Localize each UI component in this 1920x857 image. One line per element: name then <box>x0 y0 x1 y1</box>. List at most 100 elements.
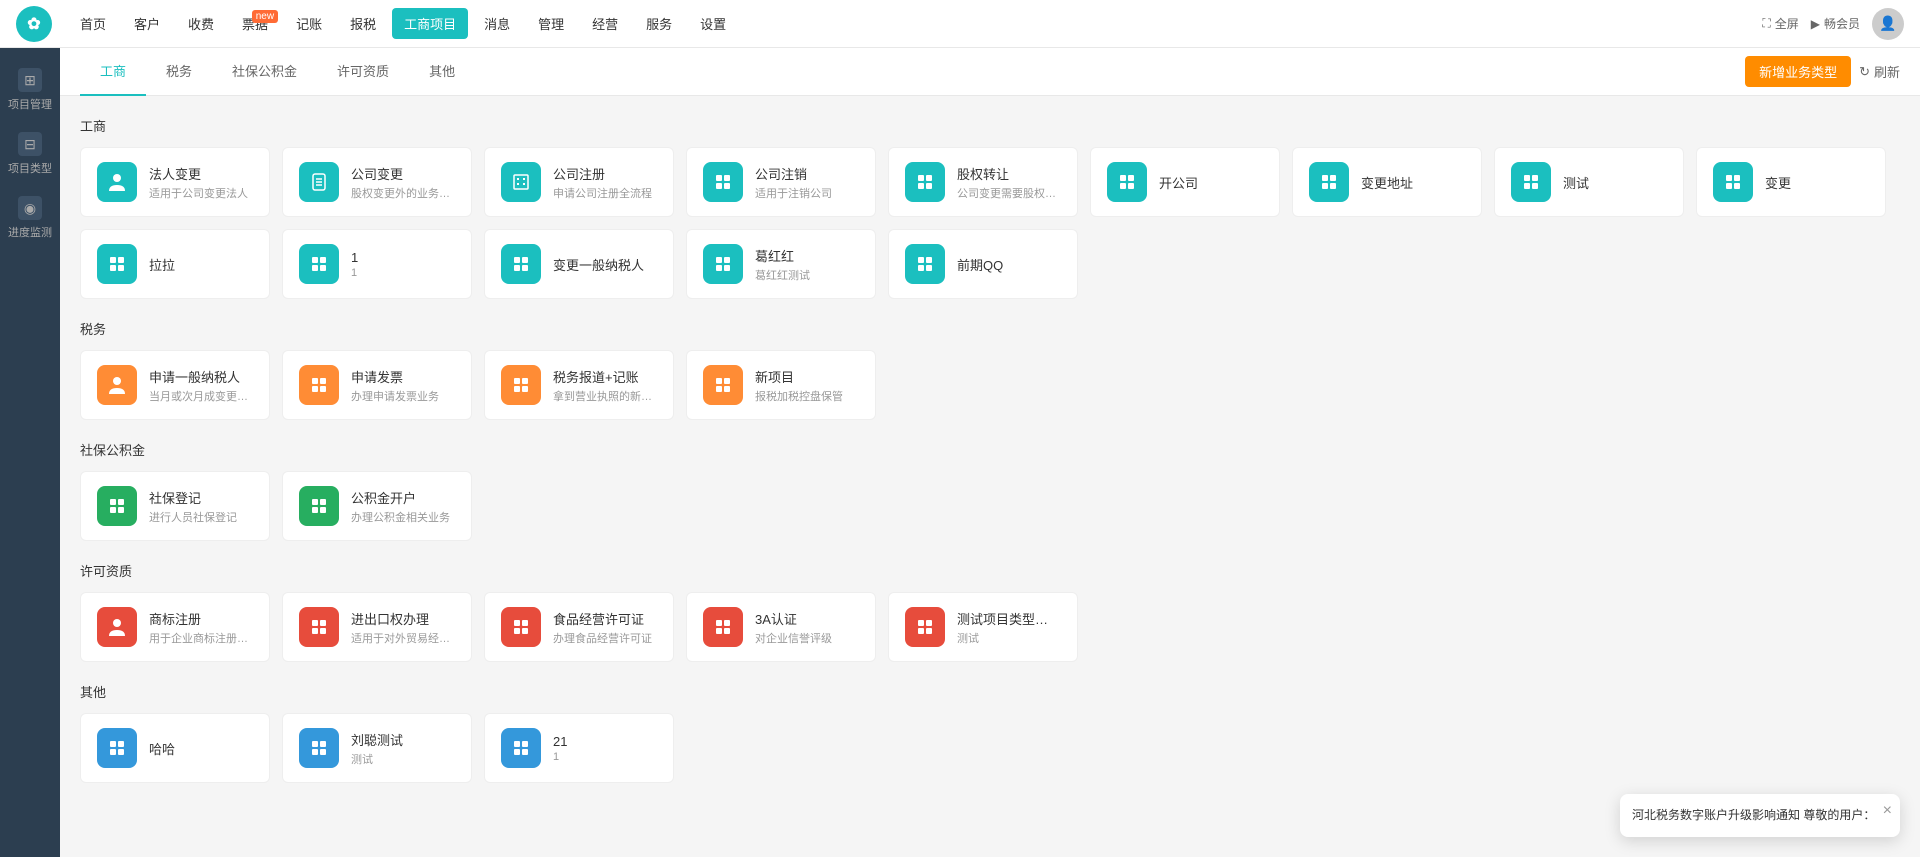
card-gongshang-6[interactable]: 变更地址 <box>1292 147 1482 217</box>
card-title: 葛红红 <box>755 246 859 265</box>
cards-grid-gongshang: 法人变更适用于公司变更法人公司变更股权变更外的业务变更公司注册申请公司注册全流程… <box>80 147 1900 299</box>
card-content: 变更 <box>1765 173 1869 192</box>
tab-bar-actions: 新增业务类型 ↻ 刷新 <box>1745 56 1900 87</box>
card-title: 公司注册 <box>553 164 657 183</box>
avatar-icon: 👤 <box>1879 15 1896 32</box>
nav-item-收费[interactable]: 收费 <box>176 8 226 39</box>
section-title-gongshang: 工商 <box>80 116 1900 135</box>
new-type-button[interactable]: 新增业务类型 <box>1745 56 1851 87</box>
card-gongshang-4[interactable]: 股权转让公司变更需要股权转让 <box>888 147 1078 217</box>
sidebar-item-进度监测[interactable]: ◉进度监测 <box>0 186 60 250</box>
sidebar-icon: ◉ <box>18 196 42 220</box>
card-xuke-3[interactable]: 3A认证对企业信誉评级 <box>686 592 876 662</box>
card-content: 211 <box>553 734 657 763</box>
card-qita-2[interactable]: 211 <box>484 713 674 783</box>
cards-grid-shuiwu: 申请一般纳税人当月或次月成变更完成申请发票办理申请发票业务 税务报道+记账拿到营业… <box>80 350 1900 420</box>
nav-item-记账[interactable]: 记账 <box>284 8 334 39</box>
card-gongshang-7[interactable]: 测试 <box>1494 147 1684 217</box>
card-content: 拉拉 <box>149 255 253 274</box>
card-gongshang-1[interactable]: 公司变更股权变更外的业务变更 <box>282 147 472 217</box>
card-desc: 当月或次月成变更完成 <box>149 388 253 404</box>
tab-工商[interactable]: 工商 <box>80 47 146 96</box>
tab-许可资质[interactable]: 许可资质 <box>317 47 409 96</box>
card-icon <box>1511 162 1551 202</box>
card-title: 公积金开户 <box>351 488 455 507</box>
card-content: 食品经营许可证办理食品经营许可证 <box>553 609 657 646</box>
sidebar-item-项目类型[interactable]: ⊟项目类型 <box>0 122 60 186</box>
card-desc: 公司变更需要股权转让 <box>957 185 1061 201</box>
card-desc: 办理申请发票业务 <box>351 388 455 404</box>
card-gongshang-8[interactable]: 变更 <box>1696 147 1886 217</box>
card-shebao-1[interactable]: 公积金开户办理公积金相关业务 <box>282 471 472 541</box>
nav-item-工商项目[interactable]: 工商项目 <box>392 8 468 39</box>
fullscreen-button[interactable]: ⛶ 全屏 <box>1762 15 1798 32</box>
section-title-qita: 其他 <box>80 682 1900 701</box>
card-title: 食品经营许可证 <box>553 609 657 628</box>
card-xuke-4[interactable]: 测试项目类型目定义测试 <box>888 592 1078 662</box>
card-title: 刘聪测试 <box>351 730 455 749</box>
card-shuiwu-0[interactable]: 申请一般纳税人当月或次月成变更完成 <box>80 350 270 420</box>
card-desc: 进行人员社保登记 <box>149 509 253 525</box>
section-shebao: 社保公积金社保登记进行人员社保登记公积金开户办理公积金相关业务 <box>80 440 1900 541</box>
card-gongshang-11[interactable]: 变更一般纳税人 <box>484 229 674 299</box>
section-qita: 其他哈哈刘聪测试测试 211 <box>80 682 1900 783</box>
user-avatar[interactable]: 👤 <box>1872 8 1904 40</box>
card-xuke-0[interactable]: 商标注册用于企业商标注册服务 <box>80 592 270 662</box>
card-title: 公司变更 <box>351 164 455 183</box>
tab-其他[interactable]: 其他 <box>409 47 475 96</box>
nav-item-报税[interactable]: 报税 <box>338 8 388 39</box>
card-content: 税务报道+记账拿到营业执照的新公司 <box>553 367 657 404</box>
card-content: 变更一般纳税人 <box>553 255 657 274</box>
card-content: 3A认证对企业信誉评级 <box>755 609 859 646</box>
tab-社保公积金[interactable]: 社保公积金 <box>212 47 317 96</box>
card-qita-0[interactable]: 哈哈 <box>80 713 270 783</box>
card-title: 拉拉 <box>149 255 253 274</box>
card-desc: 拿到营业执照的新公司 <box>553 388 657 404</box>
card-title: 3A认证 <box>755 609 859 628</box>
card-icon <box>905 162 945 202</box>
nav-item-设置[interactable]: 设置 <box>688 8 738 39</box>
card-gongshang-2[interactable]: 公司注册申请公司注册全流程 <box>484 147 674 217</box>
card-shuiwu-3[interactable]: 新项目报税加税控盘保管 <box>686 350 876 420</box>
card-gongshang-10[interactable]: 11 <box>282 229 472 299</box>
top-navigation: ✿ 首页客户收费票据new记账报税工商项目消息管理经营服务设置 ⛶ 全屏 ▶ 畅… <box>0 0 1920 48</box>
card-title: 测试项目类型目定义 <box>957 609 1061 628</box>
nav-item-管理[interactable]: 管理 <box>526 8 576 39</box>
nav-item-经营[interactable]: 经营 <box>580 8 630 39</box>
card-desc: 适用于对外贸易经营者 <box>351 630 455 646</box>
card-content: 开公司 <box>1159 173 1263 192</box>
card-icon <box>905 607 945 647</box>
notification-close-button[interactable]: × <box>1883 802 1892 820</box>
card-content: 股权转让公司变更需要股权转让 <box>957 164 1061 201</box>
card-gongshang-13[interactable]: 前期QQ <box>888 229 1078 299</box>
refresh-button[interactable]: ↻ 刷新 <box>1859 62 1900 81</box>
tab-税务[interactable]: 税务 <box>146 47 212 96</box>
member-button[interactable]: ▶ 畅会员 <box>1811 15 1860 32</box>
card-xuke-2[interactable]: 食品经营许可证办理食品经营许可证 <box>484 592 674 662</box>
card-xuke-1[interactable]: 进出口权办理适用于对外贸易经营者 <box>282 592 472 662</box>
card-desc: 测试 <box>957 630 1061 646</box>
card-content: 公司注销适用于注销公司 <box>755 164 859 201</box>
nav-item-消息[interactable]: 消息 <box>472 8 522 39</box>
nav-item-首页[interactable]: 首页 <box>68 8 118 39</box>
card-gongshang-12[interactable]: 葛红红葛红红测试 <box>686 229 876 299</box>
sidebar-label: 项目类型 <box>8 160 52 176</box>
card-shuiwu-2[interactable]: 税务报道+记账拿到营业执照的新公司 <box>484 350 674 420</box>
card-content: 社保登记进行人员社保登记 <box>149 488 253 525</box>
nav-item-票据[interactable]: 票据new <box>230 8 280 39</box>
card-icon <box>299 244 339 284</box>
card-shebao-0[interactable]: 社保登记进行人员社保登记 <box>80 471 270 541</box>
nav-item-客户[interactable]: 客户 <box>122 8 172 39</box>
card-shuiwu-1[interactable]: 申请发票办理申请发票业务 <box>282 350 472 420</box>
sidebar-item-项目管理[interactable]: ⊞项目管理 <box>0 58 60 122</box>
card-gongshang-9[interactable]: 拉拉 <box>80 229 270 299</box>
nav-item-服务[interactable]: 服务 <box>634 8 684 39</box>
card-title: 进出口权办理 <box>351 609 455 628</box>
card-gongshang-3[interactable]: 公司注销适用于注销公司 <box>686 147 876 217</box>
card-title: 税务报道+记账 <box>553 367 657 386</box>
card-gongshang-5[interactable]: 开公司 <box>1090 147 1280 217</box>
card-gongshang-0[interactable]: 法人变更适用于公司变更法人 <box>80 147 270 217</box>
card-desc: 用于企业商标注册服务 <box>149 630 253 646</box>
card-qita-1[interactable]: 刘聪测试测试 <box>282 713 472 783</box>
card-desc: 股权变更外的业务变更 <box>351 185 455 201</box>
